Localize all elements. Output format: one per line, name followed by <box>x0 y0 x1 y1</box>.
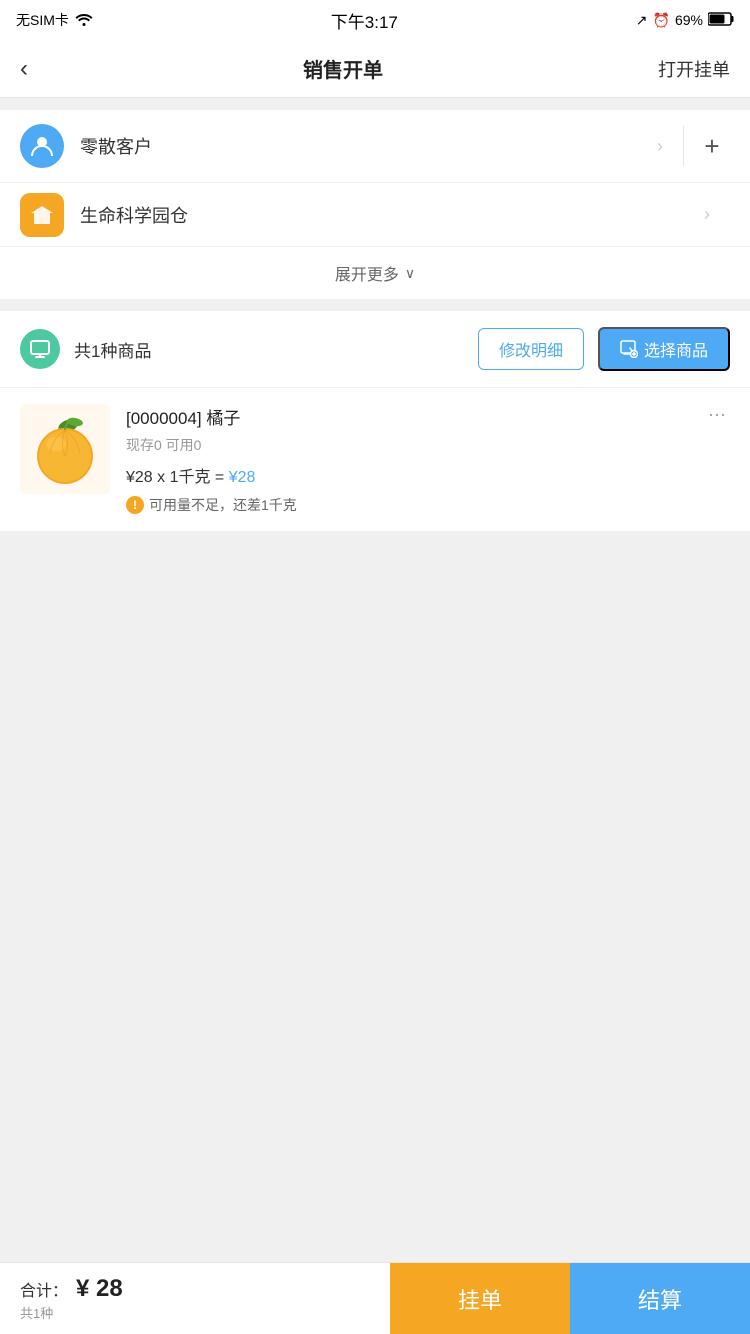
nav-bar: ‹ 销售开单 打开挂单 <box>0 40 750 98</box>
product-warning: ! 可用量不足，还差1千克 <box>126 495 730 515</box>
product-title-row: [0000004] 橘子 ··· <box>126 404 730 429</box>
carrier-label: 无SIM卡 <box>16 10 69 30</box>
open-pending-button[interactable]: 打开挂单 <box>658 56 730 82</box>
battery-percent: 69% <box>675 12 703 28</box>
status-bar: 无SIM卡 下午3:17 ↗ ⏰ 69% <box>0 0 750 40</box>
total-count: 共1种 <box>20 1303 370 1322</box>
battery-icon <box>708 12 734 29</box>
page-title: 销售开单 <box>303 54 383 83</box>
select-product-label: 选择商品 <box>644 337 708 361</box>
product-code: [0000004] <box>126 409 202 428</box>
product-stock: 现存0 可用0 <box>126 435 730 455</box>
warehouse-chevron-icon: › <box>704 204 710 225</box>
total-label-text: 合计： <box>20 1277 68 1301</box>
vertical-divider <box>683 126 684 166</box>
add-customer-button[interactable]: + <box>694 128 730 164</box>
product-name: 橘子 <box>206 409 240 428</box>
warehouse-icon <box>20 193 64 237</box>
back-button[interactable]: ‹ <box>20 55 28 83</box>
warehouse-name: 生命科学园仓 <box>80 202 704 228</box>
status-right: ↗ ⏰ 69% <box>636 12 734 29</box>
product-price-formula: ¥28 x 1千克 = <box>126 469 229 486</box>
product-count-icon <box>20 329 60 369</box>
modify-detail-button[interactable]: 修改明细 <box>478 328 584 370</box>
status-left: 无SIM卡 <box>16 10 93 30</box>
total-label-row: 合计： ¥ 28 <box>20 1275 370 1303</box>
warning-icon: ! <box>126 496 144 514</box>
section-gap-1 <box>0 98 750 110</box>
product-total-price: ¥28 <box>229 469 256 486</box>
customer-avatar <box>20 124 64 168</box>
product-item: [0000004] 橘子 ··· 现存0 可用0 ¥28 x 1千克 = ¥28… <box>0 387 750 531</box>
product-title: [0000004] 橘子 <box>126 404 240 429</box>
warehouse-row[interactable]: 生命科学园仓 › <box>0 182 750 246</box>
suspend-button[interactable]: 挂单 <box>390 1263 570 1334</box>
chevron-right-icon: › <box>657 136 663 157</box>
bottom-bar: 合计： ¥ 28 共1种 挂单 结算 <box>0 1262 750 1334</box>
status-time: 下午3:17 <box>331 8 398 33</box>
total-amount: ¥ 28 <box>76 1275 123 1303</box>
alarm-icon: ⏰ <box>653 12 670 29</box>
product-header: 共1种商品 修改明细 选择商品 <box>0 311 750 387</box>
section-gap-2 <box>0 299 750 311</box>
location-icon: ↗ <box>636 12 648 29</box>
customer-row[interactable]: 零散客户 › + <box>0 110 750 182</box>
customer-name: 零散客户 <box>80 133 657 159</box>
product-image <box>20 404 110 494</box>
product-info: [0000004] 橘子 ··· 现存0 可用0 ¥28 x 1千克 = ¥28… <box>126 404 730 515</box>
main-content-area <box>0 531 750 1051</box>
checkout-button[interactable]: 结算 <box>570 1263 750 1334</box>
product-price-row: ¥28 x 1千克 = ¥28 <box>126 463 730 487</box>
product-menu-button[interactable]: ··· <box>704 404 730 425</box>
product-count-label: 共1种商品 <box>74 337 464 362</box>
total-section: 合计： ¥ 28 共1种 <box>0 1265 390 1332</box>
expand-arrow-icon: ∨ <box>405 265 415 282</box>
expand-more-row[interactable]: 展开更多 ∨ <box>0 246 750 299</box>
select-product-button[interactable]: 选择商品 <box>598 327 730 371</box>
wifi-icon <box>75 12 93 29</box>
expand-label: 展开更多 <box>335 261 399 285</box>
product-warning-text: 可用量不足，还差1千克 <box>149 495 297 515</box>
